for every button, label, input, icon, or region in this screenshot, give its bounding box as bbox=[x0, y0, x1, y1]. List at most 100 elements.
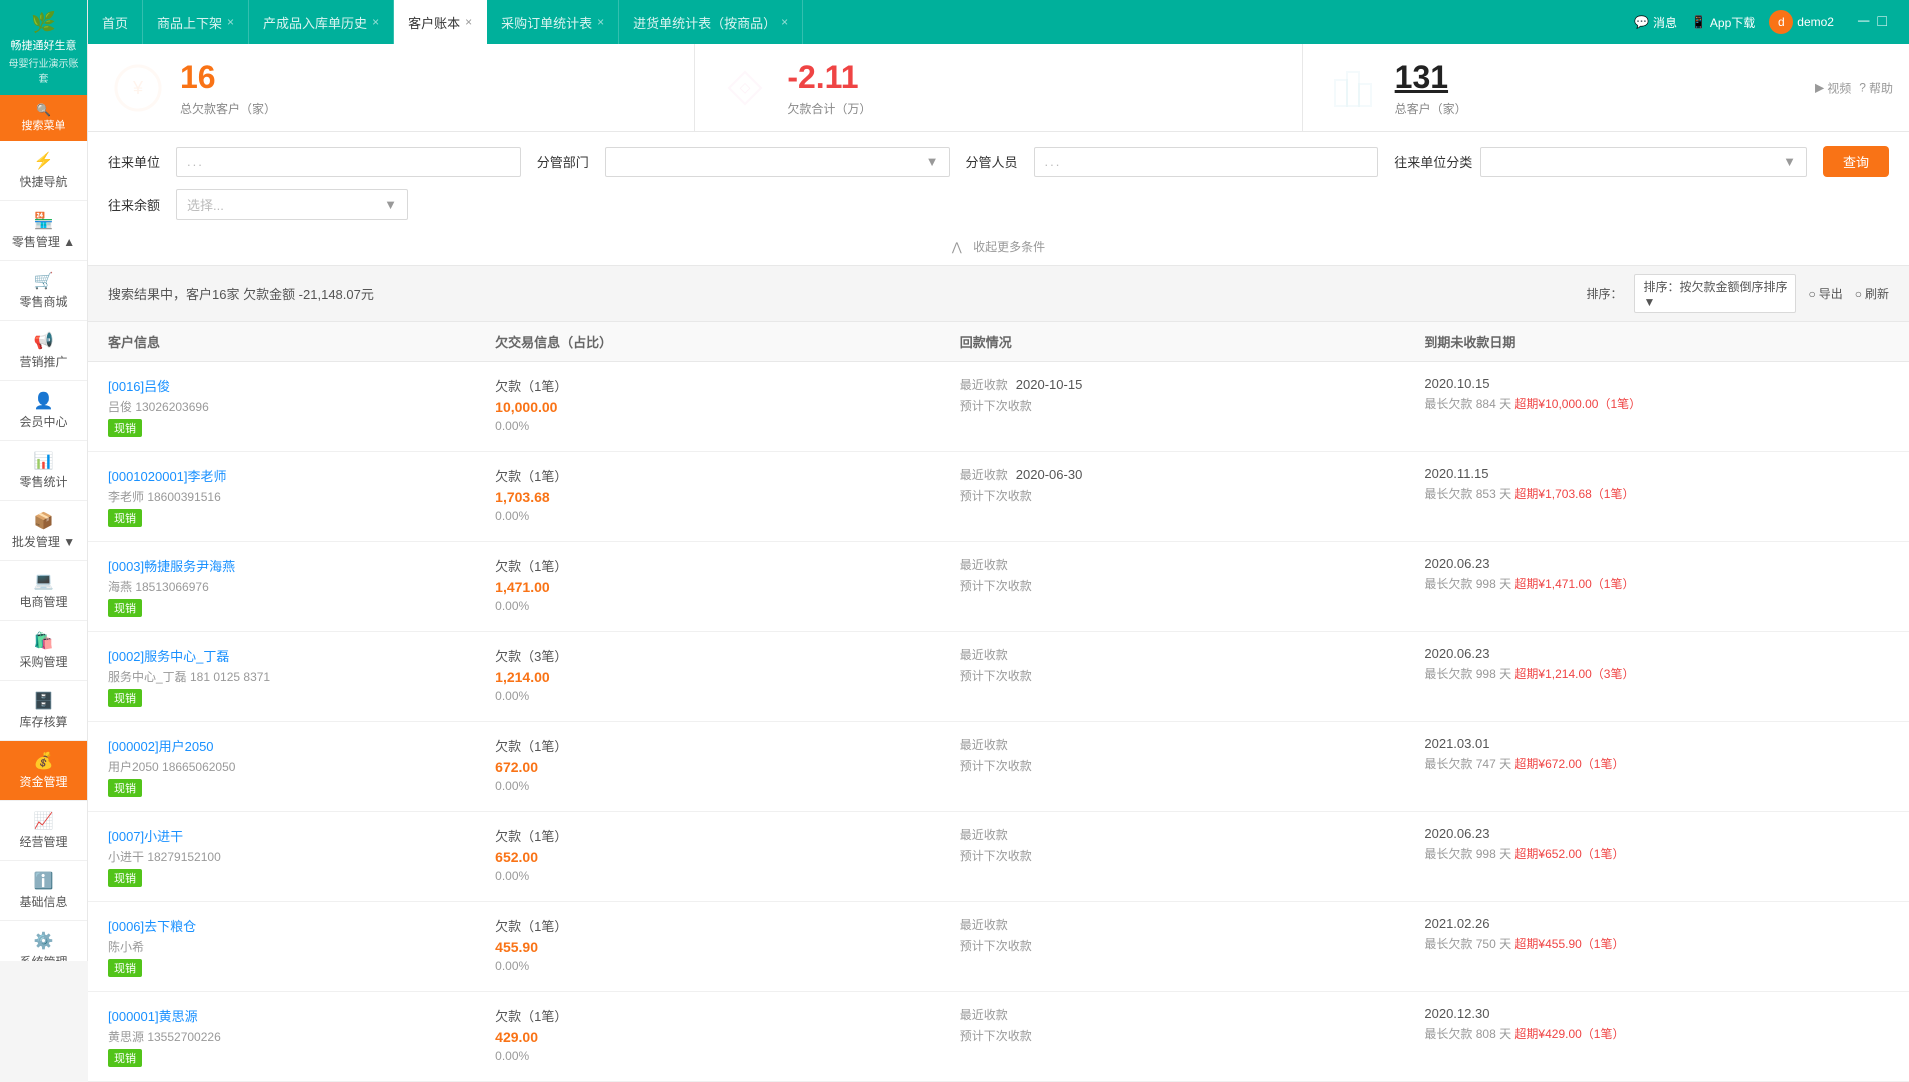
maximize-btn[interactable]: □ bbox=[1877, 13, 1887, 31]
message-btn[interactable]: 💬 消息 bbox=[1634, 14, 1677, 31]
stat-total-customers-value: 131 bbox=[1395, 59, 1467, 96]
client-name[interactable]: [0001020001]李老师 bbox=[108, 466, 495, 485]
result-bar: 搜索结果中，客户16家 欠款金额 -21,148.07元 排序： 排序：按欠款金… bbox=[88, 266, 1909, 322]
due-overdue: 最长欠款 750 天 超期¥455.90（1笔） bbox=[1424, 935, 1889, 952]
finance-icon: 💰 bbox=[4, 751, 83, 771]
recover-date: 2020-10-15 bbox=[1016, 377, 1083, 392]
tab-purchase-order-close[interactable]: × bbox=[597, 15, 604, 29]
table-row: [0003]畅捷服务尹海燕 海燕 18513066976 现销 欠款（1笔） 1… bbox=[88, 542, 1909, 632]
tab-customer-account-close[interactable]: × bbox=[465, 15, 472, 29]
sidebar-item-member[interactable]: 👤 会员中心 bbox=[0, 381, 87, 441]
due-overdue-link[interactable]: 超期¥10,000.00（1笔） bbox=[1514, 397, 1641, 411]
tab-customer-account[interactable]: 客户账本 × bbox=[394, 0, 487, 44]
balance-select[interactable]: 选择... ▼ bbox=[176, 189, 408, 220]
debt-cell: 欠款（1笔） 652.00 0.00% bbox=[495, 826, 960, 887]
sidebar-item-label: 库存核算 bbox=[4, 713, 83, 730]
client-name[interactable]: [0003]畅捷服务尹海燕 bbox=[108, 556, 495, 575]
due-overdue-link[interactable]: 超期¥672.00（1笔） bbox=[1514, 757, 1624, 771]
export-btn[interactable]: ○ 导出 bbox=[1808, 285, 1842, 302]
due-date: 2020.12.30 bbox=[1424, 1006, 1889, 1021]
member-icon: 👤 bbox=[4, 391, 83, 411]
help-video-btn[interactable]: ▶ 视频 bbox=[1815, 79, 1851, 96]
search-button[interactable]: 查询 bbox=[1823, 146, 1889, 177]
debt-percent: 0.00% bbox=[495, 689, 960, 703]
app-download-btn[interactable]: 📱 App下载 bbox=[1691, 14, 1755, 31]
recover-cell: 最近收款 2020-10-15 预计下次收款 bbox=[960, 376, 1425, 437]
unit-class-select[interactable]: ▼ bbox=[1480, 147, 1807, 177]
due-overdue-link[interactable]: 超期¥652.00（1笔） bbox=[1514, 847, 1624, 861]
sidebar-item-quick[interactable]: ⚡ 快捷导航 bbox=[0, 141, 87, 201]
sidebar-item-marketing[interactable]: 📢 营销推广 bbox=[0, 321, 87, 381]
tab-products-off-close[interactable]: × bbox=[227, 15, 234, 29]
stats-bar: ¥ 16 总欠款客户（家） ◇ -2.11 欠款合计（万） bbox=[88, 44, 1909, 132]
due-overdue-link[interactable]: 超期¥455.90（1笔） bbox=[1514, 937, 1624, 951]
due-overdue-link[interactable]: 超期¥1,703.68（1笔） bbox=[1514, 487, 1634, 501]
table-row: [000002]用户2050 用户2050 18665062050 现销 欠款（… bbox=[88, 722, 1909, 812]
sidebar-item-system[interactable]: ⚙️ 系统管理 bbox=[0, 921, 87, 961]
refresh-btn[interactable]: ○ 刷新 bbox=[1855, 285, 1889, 302]
client-name[interactable]: [0016]吕俊 bbox=[108, 376, 495, 395]
help-help-btn[interactable]: ? 帮助 bbox=[1859, 79, 1893, 96]
sort-select[interactable]: 排序：按欠款金额倒序排序 ▼ bbox=[1634, 274, 1796, 313]
client-name[interactable]: [000002]用户2050 bbox=[108, 736, 495, 755]
client-name[interactable]: [0007]小进干 bbox=[108, 826, 495, 845]
collapse-filter-btn[interactable]: ⋀ 收起更多条件 bbox=[108, 232, 1889, 265]
tab-home[interactable]: 首页 bbox=[88, 0, 143, 44]
sidebar-item-finance[interactable]: 💰 资金管理 bbox=[0, 741, 87, 801]
debt-amount: 10,000.00 bbox=[495, 399, 960, 415]
sidebar-item-ecommerce[interactable]: 💻 电商管理 bbox=[0, 561, 87, 621]
table-row: [0006]去下粮仓 陈小希 现销 欠款（1笔） 455.90 0.00% 最近… bbox=[88, 902, 1909, 992]
refresh-icon: ○ bbox=[1855, 287, 1862, 301]
due-overdue-link[interactable]: 超期¥1,214.00（3笔） bbox=[1514, 667, 1634, 681]
debt-percent: 0.00% bbox=[495, 419, 960, 433]
due-date: 2021.02.26 bbox=[1424, 916, 1889, 931]
sidebar-item-business[interactable]: 📈 经营管理 bbox=[0, 801, 87, 861]
retail-mall-icon: 🛒 bbox=[4, 271, 83, 291]
due-overdue: 最长欠款 998 天 超期¥1,471.00（1笔） bbox=[1424, 575, 1889, 592]
debt-count: 欠款（1笔） bbox=[495, 826, 960, 845]
balance-arrow-icon: ▼ bbox=[384, 197, 397, 212]
recover-cell: 最近收款 预计下次收款 bbox=[960, 826, 1425, 887]
debt-cell: 欠款（1笔） 455.90 0.00% bbox=[495, 916, 960, 977]
tab-products-off[interactable]: 商品上下架 × bbox=[143, 0, 249, 44]
from-unit-input[interactable]: ... bbox=[176, 147, 521, 177]
person-input[interactable]: ... bbox=[1034, 147, 1379, 177]
sidebar-item-inventory[interactable]: 🗄️ 库存核算 bbox=[0, 681, 87, 741]
person-dots: ... bbox=[1045, 154, 1062, 169]
due-cell: 2020.06.23 最长欠款 998 天 超期¥1,471.00（1笔） bbox=[1424, 556, 1889, 617]
tab-stock-stat-close[interactable]: × bbox=[781, 15, 788, 29]
due-overdue-link[interactable]: 超期¥1,471.00（1笔） bbox=[1514, 577, 1634, 591]
client-name[interactable]: [0002]服务中心_丁磊 bbox=[108, 646, 495, 665]
minimize-btn[interactable]: ─ bbox=[1858, 13, 1869, 31]
user-avatar-btn[interactable]: d demo2 bbox=[1769, 10, 1834, 34]
sidebar-item-retail-mgmt[interactable]: 🏪 零售管理 ▲ bbox=[0, 201, 87, 261]
search-menu-item[interactable]: 🔍 搜索菜单 bbox=[0, 95, 87, 141]
tab-products-off-label: 商品上下架 bbox=[157, 13, 222, 32]
client-cell: [0001020001]李老师 李老师 18600391516 现销 bbox=[108, 466, 495, 527]
sidebar-item-batch-mgmt[interactable]: 📦 批发管理 ▼ bbox=[0, 501, 87, 561]
dept-select[interactable]: ▼ bbox=[605, 147, 950, 177]
due-overdue-link[interactable]: 超期¥429.00（1笔） bbox=[1514, 1027, 1624, 1041]
sidebar-item-purchase[interactable]: 🛍️ 采购管理 bbox=[0, 621, 87, 681]
sidebar-item-retail-stat[interactable]: 📊 零售统计 bbox=[0, 441, 87, 501]
sidebar-item-label: 资金管理 bbox=[4, 773, 83, 790]
sidebar-item-retail-mall[interactable]: 🛒 零售商城 bbox=[0, 261, 87, 321]
tab-stock-stat[interactable]: 进货单统计表（按商品） × bbox=[619, 0, 803, 44]
client-name[interactable]: [000001]黄思源 bbox=[108, 1006, 495, 1025]
tab-product-history-close[interactable]: × bbox=[372, 15, 379, 29]
app-logo: 🌿 畅捷通好生意 母婴行业演示账套 bbox=[0, 0, 87, 95]
client-cell: [0006]去下粮仓 陈小希 现销 bbox=[108, 916, 495, 977]
help-icon: ? bbox=[1859, 81, 1866, 95]
tab-product-history[interactable]: 产成品入库单历史 × bbox=[249, 0, 394, 44]
client-name[interactable]: [0006]去下粮仓 bbox=[108, 916, 495, 935]
search-label: 搜索菜单 bbox=[4, 117, 83, 133]
stat-debt-customers-value: 16 bbox=[180, 59, 276, 96]
recover-cell: 最近收款 预计下次收款 bbox=[960, 646, 1425, 707]
filter-area: 往来单位 ... 分管部门 ▼ 分管人员 ... 往来单位分类 bbox=[88, 132, 1909, 266]
debt-cell: 欠款（1笔） 1,703.68 0.00% bbox=[495, 466, 960, 527]
recover-date: 2020-06-30 bbox=[1016, 467, 1083, 482]
table-row: [0002]服务中心_丁磊 服务中心_丁磊 181 0125 8371 现销 欠… bbox=[88, 632, 1909, 722]
sidebar-item-basic[interactable]: ℹ️ 基础信息 bbox=[0, 861, 87, 921]
tab-purchase-order[interactable]: 采购订单统计表 × bbox=[487, 0, 619, 44]
result-actions: 排序： 排序：按欠款金额倒序排序 ▼ ○ 导出 ○ 刷新 bbox=[1586, 274, 1889, 313]
